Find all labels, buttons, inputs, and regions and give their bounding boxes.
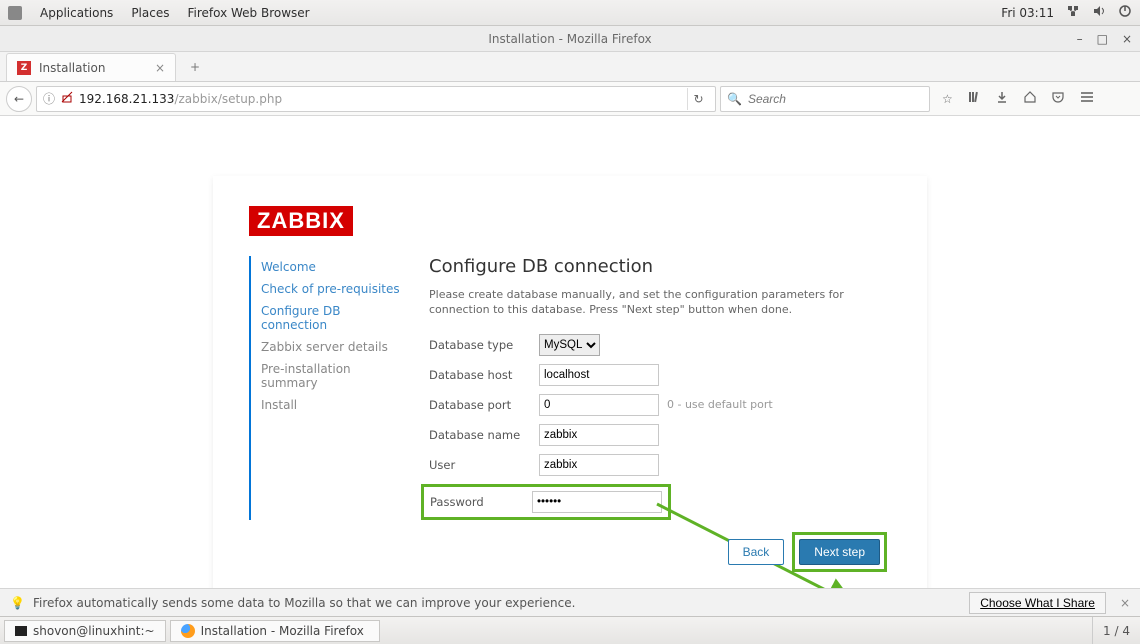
setup-main: Configure DB connection Please create da… [429,256,887,520]
network-icon[interactable] [1066,4,1080,21]
lightbulb-icon: 💡 [10,596,25,610]
step-summary[interactable]: Pre-installation summary [251,358,409,394]
zabbix-favicon: Z [17,61,31,75]
tab-strip: Z Installation × + [0,52,1140,82]
label-user: User [429,458,539,472]
input-db-name[interactable] [539,424,659,446]
hamburger-menu-icon[interactable] [1079,90,1095,107]
input-db-port[interactable] [539,394,659,416]
page-content: ZABBIX Welcome Check of pre-requisites C… [0,116,1140,616]
button-row: Back Next step [728,532,887,572]
row-db-type: Database type MySQL [429,334,887,356]
label-db-host: Database host [429,368,539,382]
window-close-button[interactable]: × [1122,32,1132,46]
power-icon[interactable] [1118,4,1132,21]
page-description: Please create database manually, and set… [429,287,887,318]
input-password[interactable] [532,491,662,513]
back-button[interactable]: ← [6,86,32,112]
firefox-infobar: 💡 Firefox automatically sends some data … [0,588,1140,616]
label-db-type: Database type [429,338,539,352]
next-step-button[interactable]: Next step [799,539,880,565]
next-button-highlight: Next step [792,532,887,572]
zabbix-logo: ZABBIX [249,206,353,236]
library-icon[interactable] [967,90,981,107]
row-password-highlighted: Password [421,484,671,520]
window-maximize-button[interactable]: □ [1097,32,1108,46]
label-db-port: Database port [429,398,539,412]
tab-title: Installation [39,61,105,75]
home-icon[interactable] [1023,90,1037,107]
hint-db-port: 0 - use default port [667,398,773,411]
label-password: Password [430,495,532,509]
workspace-indicator[interactable]: 1 / 4 [1092,617,1140,644]
pocket-icon[interactable] [1051,90,1065,107]
page-heading: Configure DB connection [429,256,887,277]
menu-applications[interactable]: Applications [40,6,113,20]
input-user[interactable] [539,454,659,476]
url-text: 192.168.21.133/zabbix/setup.php [79,92,282,106]
row-db-host: Database host [429,364,887,386]
menu-browser[interactable]: Firefox Web Browser [187,6,309,20]
search-icon: 🔍 [727,92,742,106]
search-box[interactable]: 🔍 [720,86,930,112]
taskbar-firefox[interactable]: Installation - Mozilla Firefox [170,620,380,642]
window-minimize-button[interactable]: – [1077,32,1083,46]
url-bar[interactable]: ⓘ 192.168.21.133/zabbix/setup.php ↻ [36,86,716,112]
window-title: Installation - Mozilla Firefox [488,32,651,46]
clock[interactable]: Fri 03:11 [1001,6,1054,20]
gnome-taskbar: shovon@linuxhint:~ Installation - Mozill… [0,616,1140,644]
choose-share-button[interactable]: Choose What I Share [969,592,1106,614]
search-input[interactable] [748,92,923,106]
select-db-type[interactable]: MySQL [539,334,600,356]
infobar-close-button[interactable]: × [1120,596,1130,610]
step-configure-db[interactable]: Configure DB connection [251,300,409,336]
step-prerequisites[interactable]: Check of pre-requisites [251,278,409,300]
back-button-form[interactable]: Back [728,539,785,565]
taskbar-firefox-label: Installation - Mozilla Firefox [201,624,364,638]
firefox-icon [181,624,195,638]
nav-toolbar: ← ⓘ 192.168.21.133/zabbix/setup.php ↻ 🔍 … [0,82,1140,116]
tab-close-button[interactable]: × [155,61,165,75]
gnome-top-bar: Applications Places Firefox Web Browser … [0,0,1140,26]
step-welcome[interactable]: Welcome [251,256,409,278]
row-user: User [429,454,887,476]
taskbar-terminal[interactable]: shovon@linuxhint:~ [4,620,166,642]
window-titlebar: Installation - Mozilla Firefox – □ × [0,26,1140,52]
terminal-icon [15,626,27,636]
connection-insecure-icon [61,91,73,106]
input-db-host[interactable] [539,364,659,386]
row-db-name: Database name [429,424,887,446]
new-tab-button[interactable]: + [182,55,208,79]
step-install[interactable]: Install [251,394,409,416]
row-db-port: Database port 0 - use default port [429,394,887,416]
downloads-icon[interactable] [995,90,1009,107]
site-info-icon[interactable]: ⓘ [43,90,55,107]
label-db-name: Database name [429,428,539,442]
setup-card: ZABBIX Welcome Check of pre-requisites C… [213,176,927,596]
taskbar-terminal-label: shovon@linuxhint:~ [33,624,155,638]
infobar-text: Firefox automatically sends some data to… [33,596,575,610]
bookmark-star-icon[interactable]: ☆ [942,92,953,106]
setup-steps: Welcome Check of pre-requisites Configur… [249,256,409,520]
tab-installation[interactable]: Z Installation × [6,53,176,81]
activities-icon[interactable] [8,6,22,20]
reload-button[interactable]: ↻ [687,88,709,110]
step-server-details[interactable]: Zabbix server details [251,336,409,358]
menu-places[interactable]: Places [131,6,169,20]
volume-icon[interactable] [1092,4,1106,21]
